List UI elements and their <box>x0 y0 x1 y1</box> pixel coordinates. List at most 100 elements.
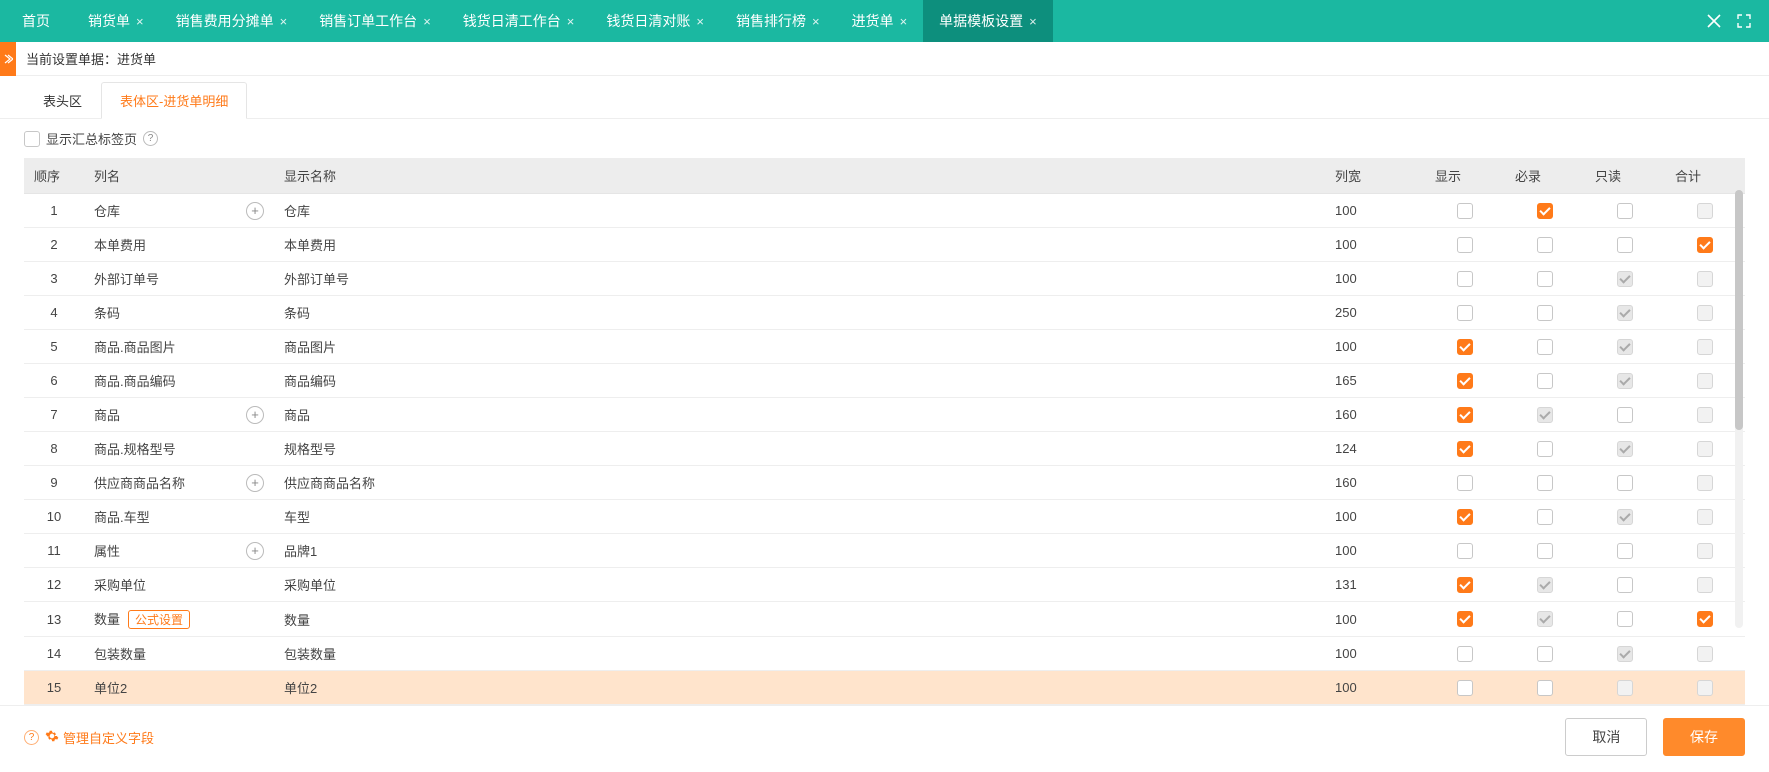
summary-tab-checkbox[interactable] <box>24 131 40 147</box>
close-tab-icon[interactable]: × <box>900 14 908 29</box>
checkbox[interactable] <box>1457 237 1473 253</box>
table-row[interactable]: 15单位2单位2100 <box>24 671 1745 705</box>
checkbox[interactable] <box>1617 203 1633 219</box>
checkbox[interactable] <box>1537 475 1553 491</box>
close-tab-icon[interactable]: × <box>696 14 704 29</box>
vertical-scrollbar[interactable] <box>1735 190 1743 628</box>
cell-display-name[interactable]: 商品编码 <box>274 364 1325 398</box>
cell-width[interactable]: 100 <box>1325 500 1425 534</box>
close-tab-icon[interactable]: × <box>423 14 431 29</box>
top-tab[interactable]: 钱货日清对账× <box>590 0 720 42</box>
add-icon[interactable]: + <box>246 202 264 220</box>
top-tab[interactable]: 销售费用分摊单× <box>160 0 304 42</box>
cell-display-name[interactable]: 仓库 <box>274 194 1325 228</box>
checkbox[interactable] <box>1457 611 1473 627</box>
table-row[interactable]: 10商品.车型车型100 <box>24 500 1745 534</box>
cell-width[interactable]: 160 <box>1325 398 1425 432</box>
checkbox[interactable] <box>1537 237 1553 253</box>
close-tab-icon[interactable]: × <box>280 14 288 29</box>
top-tab[interactable]: 钱货日清工作台× <box>447 0 591 42</box>
checkbox[interactable] <box>1457 203 1473 219</box>
checkbox[interactable] <box>1537 271 1553 287</box>
checkbox[interactable] <box>1457 407 1473 423</box>
checkbox[interactable] <box>1457 475 1473 491</box>
table-row[interactable]: 9供应商商品名称+供应商商品名称160 <box>24 466 1745 500</box>
sub-tab[interactable]: 表体区-进货单明细 <box>101 82 247 119</box>
sub-tab[interactable]: 表头区 <box>24 82 101 118</box>
checkbox[interactable] <box>1537 373 1553 389</box>
checkbox[interactable] <box>1457 373 1473 389</box>
close-tab-icon[interactable]: × <box>812 14 820 29</box>
help-icon[interactable]: ? <box>24 730 39 745</box>
add-icon[interactable]: + <box>246 474 264 492</box>
cell-display-name[interactable]: 供应商商品名称 <box>274 466 1325 500</box>
checkbox[interactable] <box>1537 646 1553 662</box>
manage-custom-fields-link[interactable]: 管理自定义字段 <box>63 728 154 747</box>
help-icon[interactable]: ? <box>143 131 158 146</box>
cell-display-name[interactable]: 品牌1 <box>274 534 1325 568</box>
cell-display-name[interactable]: 条码 <box>274 296 1325 330</box>
cell-width[interactable]: 131 <box>1325 568 1425 602</box>
table-row[interactable]: 11属性+品牌1100 <box>24 534 1745 568</box>
table-row[interactable]: 13数量公式设置数量100 <box>24 602 1745 637</box>
table-row[interactable]: 1仓库+仓库100 <box>24 194 1745 228</box>
cell-display-name[interactable]: 商品 <box>274 398 1325 432</box>
checkbox[interactable] <box>1617 407 1633 423</box>
cell-width[interactable]: 250 <box>1325 296 1425 330</box>
table-row[interactable]: 7商品+商品160 <box>24 398 1745 432</box>
add-icon[interactable]: + <box>246 406 264 424</box>
checkbox[interactable] <box>1617 237 1633 253</box>
add-icon[interactable]: + <box>246 542 264 560</box>
table-row[interactable]: 6商品.商品编码商品编码165 <box>24 364 1745 398</box>
cell-width[interactable]: 100 <box>1325 534 1425 568</box>
cell-width[interactable]: 100 <box>1325 262 1425 296</box>
checkbox[interactable] <box>1697 237 1713 253</box>
close-tab-icon[interactable]: × <box>567 14 575 29</box>
cell-display-name[interactable]: 外部订单号 <box>274 262 1325 296</box>
table-row[interactable]: 3外部订单号外部订单号100 <box>24 262 1745 296</box>
cancel-button[interactable]: 取消 <box>1565 718 1647 756</box>
expand-sidebar-icon[interactable] <box>0 42 16 76</box>
top-tab[interactable]: 销售订单工作台× <box>303 0 447 42</box>
cell-display-name[interactable]: 本单费用 <box>274 228 1325 262</box>
checkbox[interactable] <box>1617 611 1633 627</box>
cell-display-name[interactable]: 包装数量 <box>274 637 1325 671</box>
table-row[interactable]: 2本单费用本单费用100 <box>24 228 1745 262</box>
table-row[interactable]: 4条码条码250 <box>24 296 1745 330</box>
cell-width[interactable]: 100 <box>1325 637 1425 671</box>
table-row[interactable]: 12采购单位采购单位131 <box>24 568 1745 602</box>
cell-display-name[interactable]: 车型 <box>274 500 1325 534</box>
cell-width[interactable]: 100 <box>1325 602 1425 637</box>
cell-width[interactable]: 100 <box>1325 330 1425 364</box>
top-tab[interactable]: 进货单× <box>836 0 924 42</box>
table-row[interactable]: 14包装数量包装数量100 <box>24 637 1745 671</box>
checkbox[interactable] <box>1457 271 1473 287</box>
cell-width[interactable]: 160 <box>1325 466 1425 500</box>
cell-width[interactable]: 165 <box>1325 364 1425 398</box>
checkbox[interactable] <box>1457 577 1473 593</box>
save-button[interactable]: 保存 <box>1663 718 1745 756</box>
top-tab[interactable]: 销货单× <box>72 0 160 42</box>
close-tab-icon[interactable]: × <box>1029 14 1037 29</box>
checkbox[interactable] <box>1457 646 1473 662</box>
checkbox[interactable] <box>1537 339 1553 355</box>
cell-display-name[interactable]: 单位2 <box>274 671 1325 705</box>
checkbox[interactable] <box>1457 305 1473 321</box>
checkbox[interactable] <box>1537 543 1553 559</box>
checkbox[interactable] <box>1617 475 1633 491</box>
checkbox[interactable] <box>1697 611 1713 627</box>
checkbox[interactable] <box>1537 680 1553 696</box>
fullscreen-icon[interactable] <box>1729 6 1759 36</box>
top-tab[interactable]: 销售排行榜× <box>720 0 836 42</box>
cell-display-name[interactable]: 商品图片 <box>274 330 1325 364</box>
checkbox[interactable] <box>1457 543 1473 559</box>
checkbox[interactable] <box>1457 441 1473 457</box>
cell-display-name[interactable]: 规格型号 <box>274 432 1325 466</box>
close-all-icon[interactable] <box>1699 6 1729 36</box>
top-tab[interactable]: 首页 <box>0 0 72 42</box>
checkbox[interactable] <box>1617 577 1633 593</box>
checkbox[interactable] <box>1457 509 1473 525</box>
checkbox[interactable] <box>1537 509 1553 525</box>
cell-width[interactable]: 124 <box>1325 432 1425 466</box>
cell-display-name[interactable]: 数量 <box>274 602 1325 637</box>
